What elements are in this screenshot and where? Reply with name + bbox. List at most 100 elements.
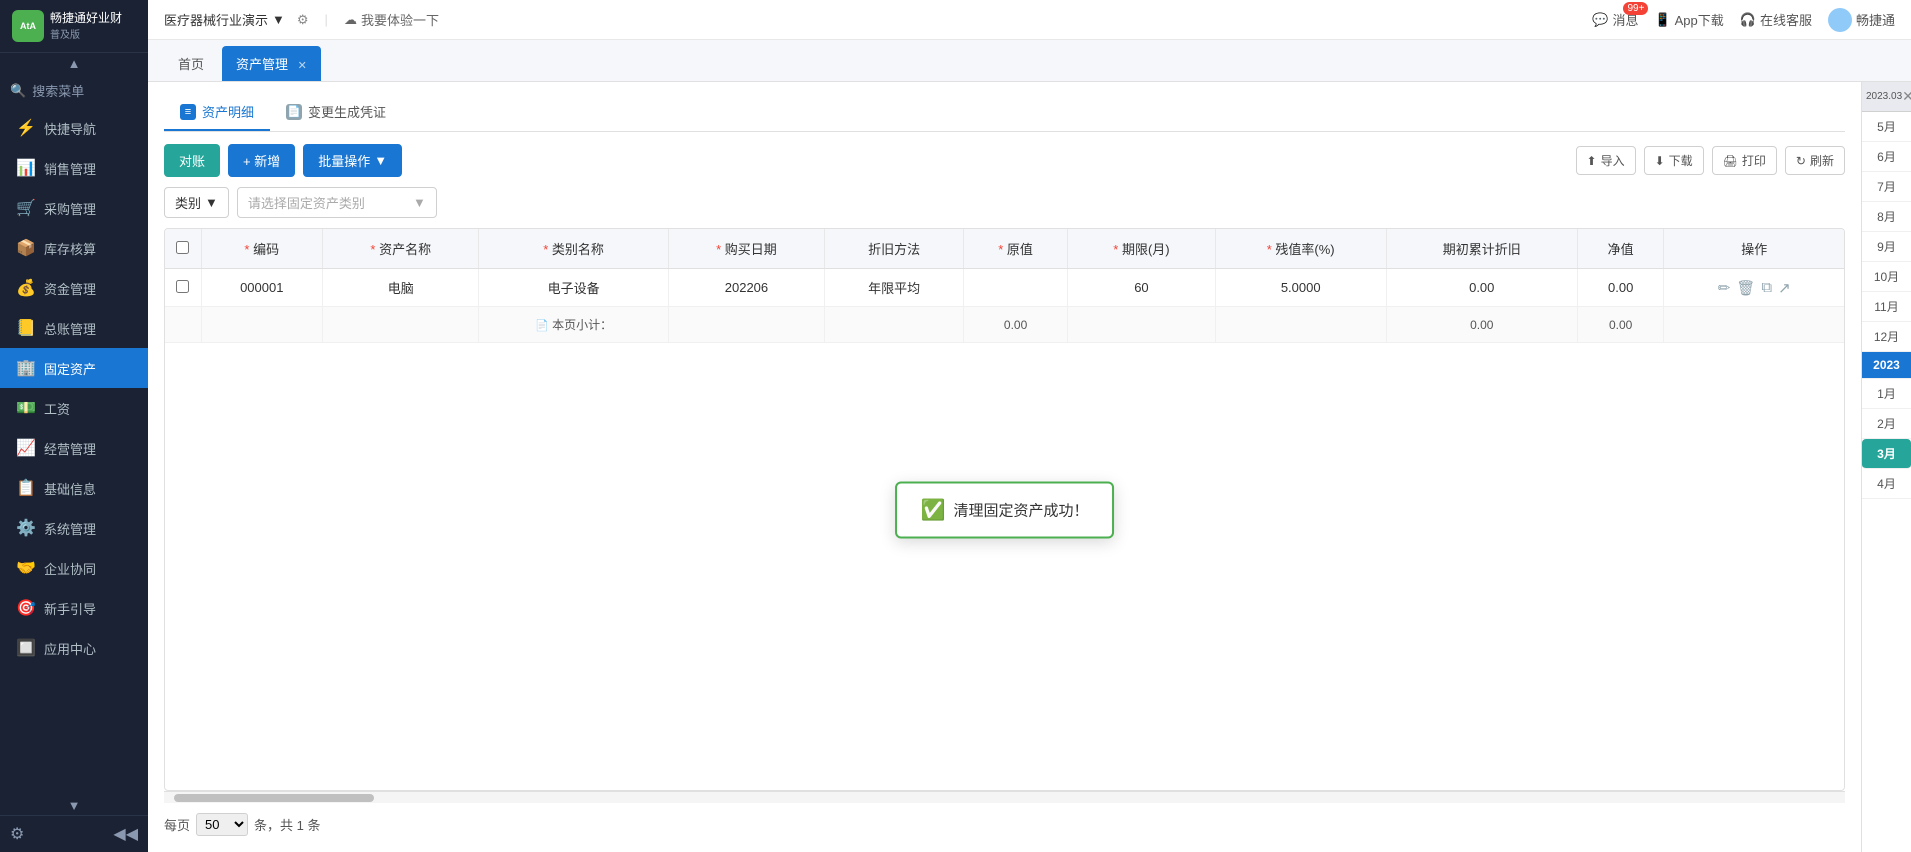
calendar-month-5[interactable]: 5月 <box>1862 112 1911 142</box>
calendar-month-12[interactable]: 12月 <box>1862 322 1911 352</box>
cooperation-icon: 🤝 <box>16 558 36 578</box>
download-icon: ⬇ <box>1655 154 1665 168</box>
sidebar-item-payroll[interactable]: 💵 工资 <box>0 388 148 428</box>
settings-icon[interactable]: ⚙ <box>10 824 24 844</box>
app-download-btn[interactable]: 📱 App下载 <box>1654 10 1723 29</box>
sidebar-item-label: 系统管理 <box>44 519 96 538</box>
sub-tab-change-voucher[interactable]: 📄 变更生成凭证 <box>270 94 402 131</box>
refresh-button[interactable]: ↻ 刷新 <box>1785 146 1845 175</box>
calendar-month-1[interactable]: 1月 <box>1862 379 1911 409</box>
scroll-bar-thumb[interactable] <box>174 794 374 802</box>
sidebar-item-purchase[interactable]: 🛒 采购管理 <box>0 188 148 228</box>
success-message: 清理固定资产成功！ <box>953 499 1088 520</box>
more-icon[interactable]: ↗ <box>1778 279 1791 297</box>
sidebar-item-ledger[interactable]: 📒 总账管理 <box>0 308 148 348</box>
download-icon: 📱 <box>1654 12 1670 28</box>
finance-icon: 💰 <box>16 278 36 298</box>
sidebar-item-cooperation[interactable]: 🤝 企业协同 <box>0 548 148 588</box>
settings-gear-icon[interactable]: ⚙ <box>297 12 309 28</box>
copy-icon[interactable]: ⧉ <box>1761 279 1772 296</box>
row-original-value <box>964 269 1068 307</box>
toolbar: 对账 + 新增 批量操作 ▼ ⬆ 导入 ⬇ 下载 <box>164 144 1845 177</box>
calendar-month-7[interactable]: 7月 <box>1862 172 1911 202</box>
calendar-month-4[interactable]: 4月 <box>1862 469 1911 499</box>
fixed-assets-icon: 🏢 <box>16 358 36 378</box>
reconcile-button[interactable]: 对账 <box>164 144 220 177</box>
calendar-month-3[interactable]: 3月 <box>1862 439 1911 469</box>
header-actions: 操作 <box>1664 229 1844 269</box>
sidebar-item-quick-nav[interactable]: ⚡ 快捷导航 <box>0 108 148 148</box>
sidebar-search[interactable]: 🔍 搜索菜单 <box>0 73 148 108</box>
sidebar-scroll-down[interactable]: ▼ <box>0 795 148 815</box>
collapse-icon[interactable]: ◀◀ <box>113 824 138 844</box>
sidebar-item-label: 工资 <box>44 399 70 418</box>
close-panel-icon[interactable]: ✕ <box>1902 88 1911 105</box>
sidebar-scroll-up[interactable]: ▲ <box>0 53 148 73</box>
category-select[interactable]: 类别 ▼ <box>164 187 229 218</box>
calendar-month-2[interactable]: 2月 <box>1862 409 1911 439</box>
row-checkbox[interactable] <box>176 280 189 293</box>
header-name: * 资产名称 <box>323 229 479 269</box>
topbar-right: 💬 消息 99+ 📱 App下载 🎧 在线客服 畅捷通 <box>1592 8 1895 32</box>
username: 畅捷通 <box>1856 10 1895 29</box>
app-download-label: App下载 <box>1675 10 1724 29</box>
batch-button[interactable]: 批量操作 ▼ <box>303 144 402 177</box>
sidebar-item-fixed-assets[interactable]: 🏢 固定资产 <box>0 348 148 388</box>
message-icon: 💬 <box>1592 12 1608 28</box>
tab-close-icon[interactable]: ✕ <box>298 60 307 72</box>
header-net-value: 净值 <box>1577 229 1664 269</box>
sidebar-item-basic-info[interactable]: 📋 基础信息 <box>0 468 148 508</box>
company-name: 医疗器械行业演示 <box>164 10 268 29</box>
row-actions: ✏ 🗑 ⧉ ↗ <box>1664 269 1844 307</box>
system-icon: ⚙️ <box>16 518 36 538</box>
print-button[interactable]: 🖨 打印 <box>1712 146 1777 175</box>
edit-icon[interactable]: ✏ <box>1718 279 1731 297</box>
calendar-month-9[interactable]: 9月 <box>1862 232 1911 262</box>
row-residual-rate: 5.0000 <box>1215 269 1386 307</box>
calendar-month-11[interactable]: 11月 <box>1862 292 1911 322</box>
sidebar-item-guide[interactable]: 🎯 新手引导 <box>0 588 148 628</box>
logo-title: 畅捷通好业财 <box>50 11 122 27</box>
sidebar-item-app-center[interactable]: 🔲 应用中心 <box>0 628 148 668</box>
refresh-icon: ↻ <box>1796 154 1806 168</box>
row-net-value: 0.00 <box>1577 269 1664 307</box>
calendar-items: 5月 6月 7月 8月 9月 10月 11月 12月 2023 1月 2月 3月… <box>1862 112 1911 852</box>
tab-asset-mgmt[interactable]: 资产管理 ✕ <box>222 46 321 81</box>
per-page-select[interactable]: 50 100 200 <box>196 813 248 836</box>
company-dropdown-icon: ▼ <box>272 12 285 27</box>
user-menu[interactable]: 畅捷通 <box>1828 8 1895 32</box>
success-check-icon: ✅ <box>921 497 946 522</box>
calendar-month-10[interactable]: 10月 <box>1862 262 1911 292</box>
category-input[interactable]: 请选择固定资产类别 ▼ <box>237 187 437 218</box>
row-checkbox-cell <box>165 269 201 307</box>
sidebar-item-inventory[interactable]: 📦 库存核算 <box>0 228 148 268</box>
calendar-month-6[interactable]: 6月 <box>1862 142 1911 172</box>
online-service-btn[interactable]: 🎧 在线客服 <box>1740 10 1812 29</box>
calendar-year-label: 2023.03 <box>1866 91 1902 102</box>
sidebar-item-sales[interactable]: 📊 销售管理 <box>0 148 148 188</box>
calendar-year-2023[interactable]: 2023 <box>1862 352 1911 379</box>
sidebar-item-system[interactable]: ⚙️ 系统管理 <box>0 508 148 548</box>
calendar-month-8[interactable]: 8月 <box>1862 202 1911 232</box>
messages-btn[interactable]: 💬 消息 99+ <box>1592 10 1638 29</box>
new-button[interactable]: + 新增 <box>228 144 295 177</box>
subtotal-net-value: 0.00 <box>1577 307 1664 343</box>
tab-home[interactable]: 首页 <box>164 46 218 81</box>
sidebar-item-label: 固定资产 <box>44 359 96 378</box>
horizontal-scroll[interactable] <box>164 791 1845 803</box>
sidebar-bottom: ⚙ ◀◀ <box>0 815 148 852</box>
sales-icon: 📊 <box>16 158 36 178</box>
company-selector[interactable]: 医疗器械行业演示 ▼ <box>164 10 285 29</box>
delete-icon[interactable]: 🗑 <box>1736 279 1755 297</box>
download-button[interactable]: ⬇ 下载 <box>1644 146 1704 175</box>
sidebar-item-operations[interactable]: 📈 经营管理 <box>0 428 148 468</box>
sub-tab-asset-detail[interactable]: ≡ 资产明细 <box>164 94 270 131</box>
experience-btn[interactable]: ☁ 我要体验一下 <box>344 10 439 29</box>
sidebar-item-label: 基础信息 <box>44 479 96 498</box>
sidebar-item-label: 企业协同 <box>44 559 96 578</box>
header-category: * 类别名称 <box>479 229 668 269</box>
import-button[interactable]: ⬆ 导入 <box>1576 146 1636 175</box>
sidebar-item-finance[interactable]: 💰 资金管理 <box>0 268 148 308</box>
filter-row: 类别 ▼ 请选择固定资产类别 ▼ <box>164 187 1845 218</box>
select-all-checkbox[interactable] <box>176 241 189 254</box>
